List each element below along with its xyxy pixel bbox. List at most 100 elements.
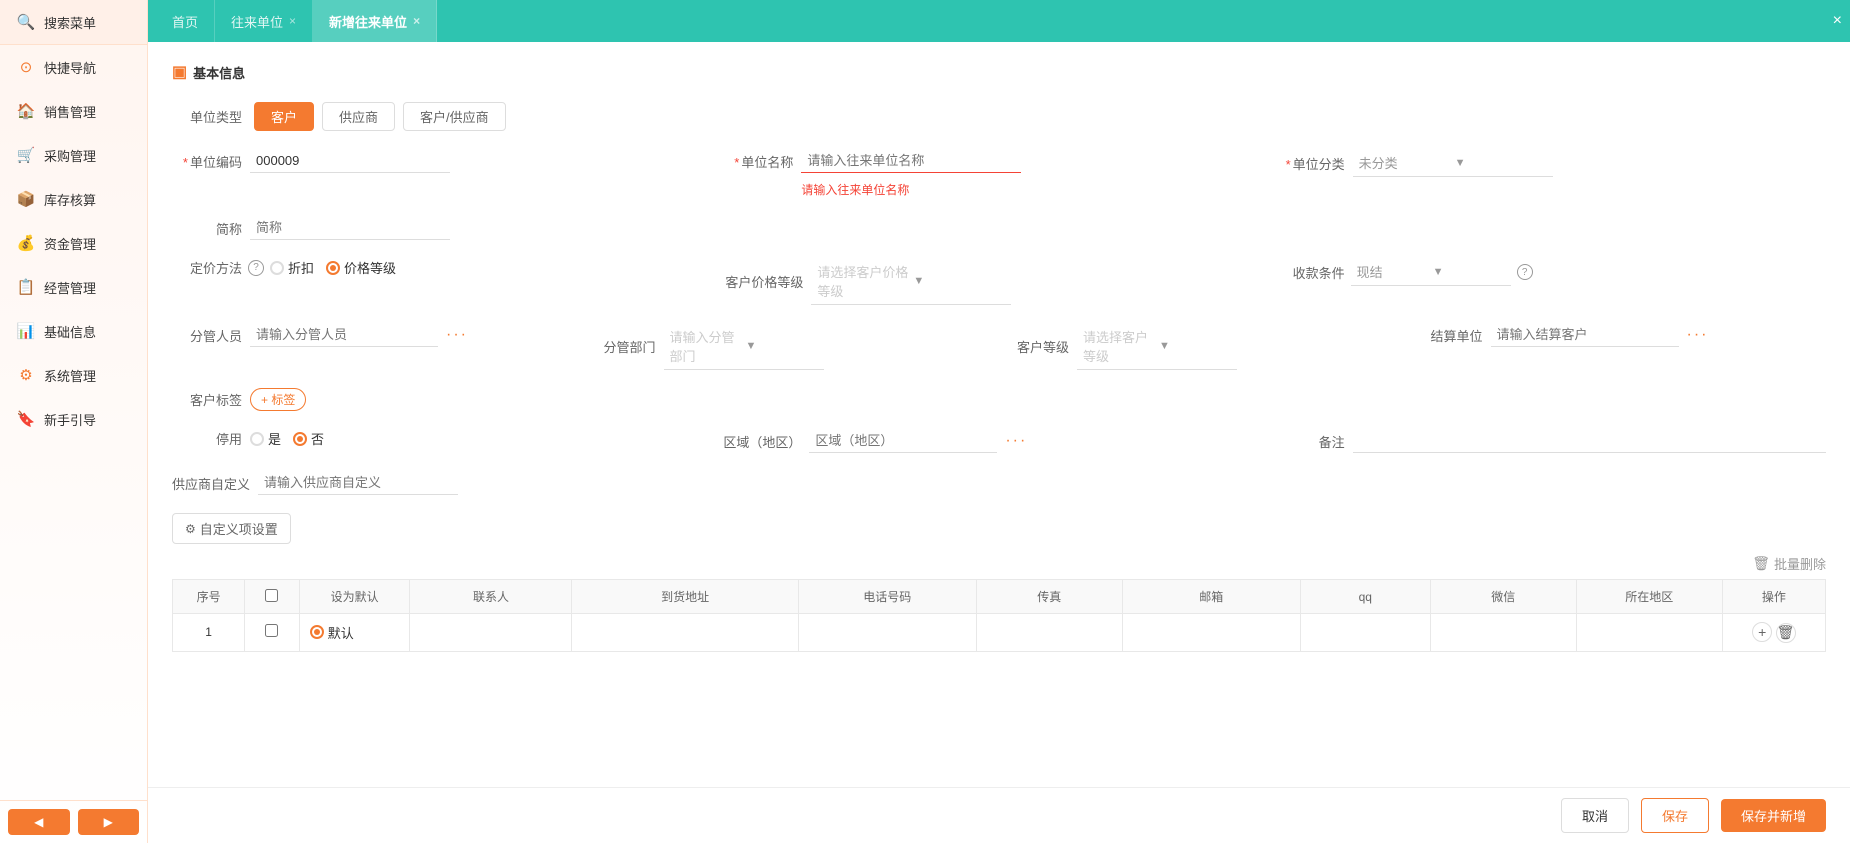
add-row-btn[interactable]: + [1752, 622, 1772, 642]
supplier-custom-label: 供应商自定义 [172, 474, 250, 493]
unit-code-input[interactable] [250, 149, 450, 173]
batch-delete-btn[interactable]: 🗑 批量删除 [1752, 554, 1826, 573]
footer: 取消 保存 保存并新增 [148, 787, 1850, 843]
row-contact-input[interactable] [451, 625, 531, 640]
disabled-yes-radio[interactable]: 是 [250, 429, 281, 448]
sidebar-expand-btn[interactable]: ▶ [78, 809, 140, 835]
unit-type-supplier-btn[interactable]: 供应商 [322, 102, 395, 131]
col-email: 邮箱 [1122, 580, 1300, 614]
col-checkbox [245, 580, 300, 614]
customer-level-select[interactable]: 请选择客户等级 ▼ [1077, 323, 1237, 370]
del-row-btn[interactable]: 🗑 [1776, 623, 1796, 643]
main-area: 首页 往来单位 × 新增往来单位 × × ▣ 基本信息 单位类型 客户 供应商 … [148, 0, 1850, 843]
payment-help-icon[interactable]: ? [1517, 264, 1533, 280]
manager-input[interactable] [250, 323, 438, 347]
tab-new-partner-close[interactable]: × [413, 14, 420, 28]
cancel-button[interactable]: 取消 [1561, 798, 1629, 833]
dept-placeholder: 请输入分管部门 [670, 327, 742, 365]
row-address-input[interactable] [625, 625, 745, 640]
content-area: ▣ 基本信息 单位类型 客户 供应商 客户/供应商 *单位编码 [148, 42, 1850, 787]
sidebar-item-basic-info[interactable]: 📊 基础信息 [0, 309, 147, 353]
sidebar-item-sales[interactable]: 🏠 销售管理 [0, 89, 147, 133]
unit-type-customer-btn[interactable]: 客户 [254, 102, 314, 131]
tabs-close-all-btn[interactable]: × [1833, 12, 1842, 30]
sidebar-item-inventory[interactable]: 📦 库存核算 [0, 177, 147, 221]
col-action: 操作 [1722, 580, 1825, 614]
row-wechat-input[interactable] [1468, 625, 1538, 640]
dept-select[interactable]: 请输入分管部门 ▼ [664, 323, 824, 370]
row-fax-input[interactable] [1014, 625, 1084, 640]
settlement-group: 结算单位 ··· [1413, 323, 1827, 347]
dept-label: 分管部门 [586, 337, 656, 356]
region-input[interactable] [809, 429, 997, 453]
tab-home-label: 首页 [172, 12, 198, 31]
price-level-radio[interactable]: 价格等级 [326, 258, 396, 277]
settlement-input[interactable] [1491, 323, 1679, 347]
row-qq-input[interactable] [1335, 625, 1395, 640]
sidebar-item-guide[interactable]: 🔖 新手引导 [0, 397, 147, 441]
payment-terms-value: 现结 [1357, 262, 1429, 281]
disabled-no-radio[interactable]: 否 [293, 429, 324, 448]
sidebar-collapse-btn[interactable]: ◀ [8, 809, 70, 835]
payment-terms-group: 收款条件 现结 ▼ ? [1275, 258, 1826, 286]
discount-radio-circle [270, 261, 284, 275]
unit-category-chevron: ▼ [1455, 157, 1547, 169]
settlement-more-btn[interactable]: ··· [1687, 326, 1709, 344]
operations-icon: 📋 [16, 277, 36, 297]
tab-home[interactable]: 首页 [156, 0, 215, 42]
unit-category-group: *单位分类 未分类 ▼ [1275, 149, 1826, 177]
row-default-radio-circle [310, 625, 324, 639]
discount-radio[interactable]: 折扣 [270, 258, 314, 277]
unit-category-select[interactable]: 未分类 ▼ [1353, 149, 1553, 177]
sidebar-operations-label: 经营管理 [44, 278, 96, 297]
manager-row: 分管人员 ··· 分管部门 请输入分管部门 ▼ 客户等级 请选择客户等级 ▼ 结… [172, 323, 1826, 370]
short-name-input[interactable] [250, 216, 450, 240]
row-phone-input[interactable] [842, 625, 932, 640]
payment-terms-select[interactable]: 现结 ▼ [1351, 258, 1511, 286]
unit-code-group: *单位编码 [172, 149, 723, 173]
unit-name-group: *单位名称 请输入往来单位名称 [723, 149, 1274, 198]
custom-settings-btn[interactable]: ⚙ 自定义项设置 [172, 513, 291, 544]
sidebar-item-system[interactable]: ⚙ 系统管理 [0, 353, 147, 397]
region-more-btn[interactable]: ··· [1005, 432, 1027, 450]
settlement-label: 结算单位 [1413, 326, 1483, 345]
supplier-custom-input[interactable] [258, 471, 458, 495]
disabled-group: 停用 是 否 [172, 429, 723, 448]
tab-partner[interactable]: 往来单位 × [215, 0, 313, 42]
sidebar-item-search[interactable]: 🔍 搜索菜单 [0, 0, 147, 45]
pricing-help-icon[interactable]: ? [248, 260, 264, 276]
add-tag-btn[interactable]: + 标签 [250, 388, 306, 411]
sidebar-item-purchase[interactable]: 🛒 采购管理 [0, 133, 147, 177]
save-new-button[interactable]: 保存并新增 [1721, 799, 1826, 832]
unit-type-both-btn[interactable]: 客户/供应商 [403, 102, 506, 131]
row-email-input[interactable] [1166, 625, 1256, 640]
row-email-cell [1122, 614, 1300, 652]
row-area-input[interactable] [1614, 625, 1684, 640]
short-name-group: 简称 [172, 216, 1826, 240]
guide-icon: 🔖 [16, 409, 36, 429]
select-all-checkbox[interactable] [265, 589, 278, 602]
sidebar-item-quick-nav[interactable]: ⊙ 快捷导航 [0, 45, 147, 89]
tab-partner-close[interactable]: × [289, 14, 296, 28]
sales-icon: 🏠 [16, 101, 36, 121]
sidebar-item-finance[interactable]: 💰 资金管理 [0, 221, 147, 265]
supplier-custom-row: 供应商自定义 [172, 471, 1826, 495]
row-default-radio[interactable]: 默认 [310, 623, 400, 642]
save-button[interactable]: 保存 [1641, 798, 1709, 833]
remark-input[interactable] [1353, 429, 1826, 453]
table-row: 1 默认 [173, 614, 1826, 652]
manager-group: 分管人员 ··· [172, 323, 586, 347]
row-checkbox[interactable] [265, 624, 278, 637]
batch-delete-label: 批量删除 [1774, 554, 1826, 573]
search-icon: 🔍 [16, 12, 36, 32]
table-actions: 🗑 批量删除 [172, 554, 1826, 573]
region-group: 区域（地区） ··· [723, 429, 1274, 453]
purchase-icon: 🛒 [16, 145, 36, 165]
unit-name-input[interactable] [801, 149, 1021, 173]
pricing-method-label: 定价方法 [172, 258, 242, 277]
manager-more-btn[interactable]: ··· [446, 326, 468, 344]
sidebar-item-operations[interactable]: 📋 经营管理 [0, 265, 147, 309]
region-label: 区域（地区） [723, 432, 801, 451]
customer-price-select[interactable]: 请选择客户价格等级 ▼ [811, 258, 1011, 305]
tab-new-partner[interactable]: 新增往来单位 × [313, 0, 437, 42]
